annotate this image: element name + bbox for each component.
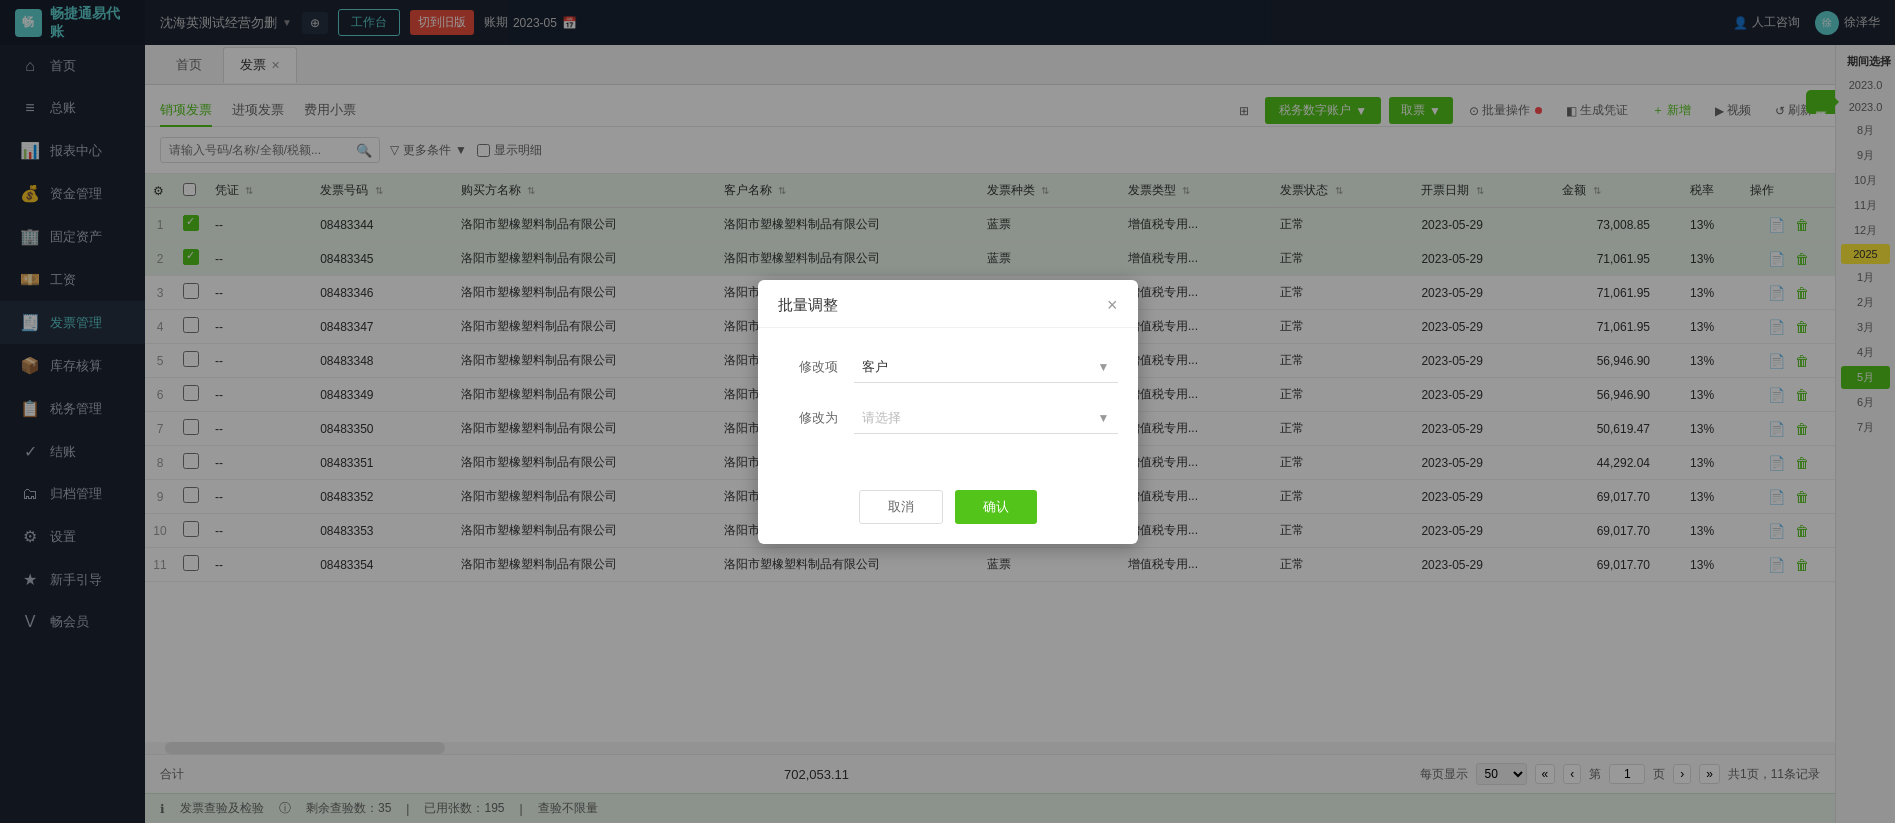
- chevron-down-icon: ▼: [1098, 360, 1110, 374]
- chevron-down-icon: ▼: [1098, 411, 1110, 425]
- modify-item-row: 修改项 客户 ▼: [778, 352, 1118, 383]
- confirm-button[interactable]: 确认: [955, 490, 1037, 524]
- modal-header: 批量调整 ×: [758, 280, 1138, 328]
- modify-to-label: 修改为: [778, 409, 838, 427]
- modify-item-select[interactable]: 客户 ▼: [854, 352, 1118, 383]
- modify-item-label: 修改项: [778, 358, 838, 376]
- modal-footer: 取消 确认: [758, 478, 1138, 544]
- modal-body: 修改项 客户 ▼ 修改为 请选择 ▼: [758, 328, 1138, 478]
- modify-item-value: 客户: [862, 358, 888, 376]
- batch-adjust-modal: 批量调整 × 修改项 客户 ▼ 修改为 请选择 ▼ 取消 确认: [758, 280, 1138, 544]
- modal-overlay[interactable]: 批量调整 × 修改项 客户 ▼ 修改为 请选择 ▼ 取消 确认: [0, 0, 1895, 823]
- modify-to-select[interactable]: 请选择 ▼: [854, 403, 1118, 434]
- modify-to-placeholder: 请选择: [862, 409, 901, 427]
- cancel-button[interactable]: 取消: [859, 490, 943, 524]
- modal-title: 批量调整: [778, 296, 838, 315]
- modal-close-button[interactable]: ×: [1107, 296, 1118, 314]
- modify-to-row: 修改为 请选择 ▼: [778, 403, 1118, 434]
